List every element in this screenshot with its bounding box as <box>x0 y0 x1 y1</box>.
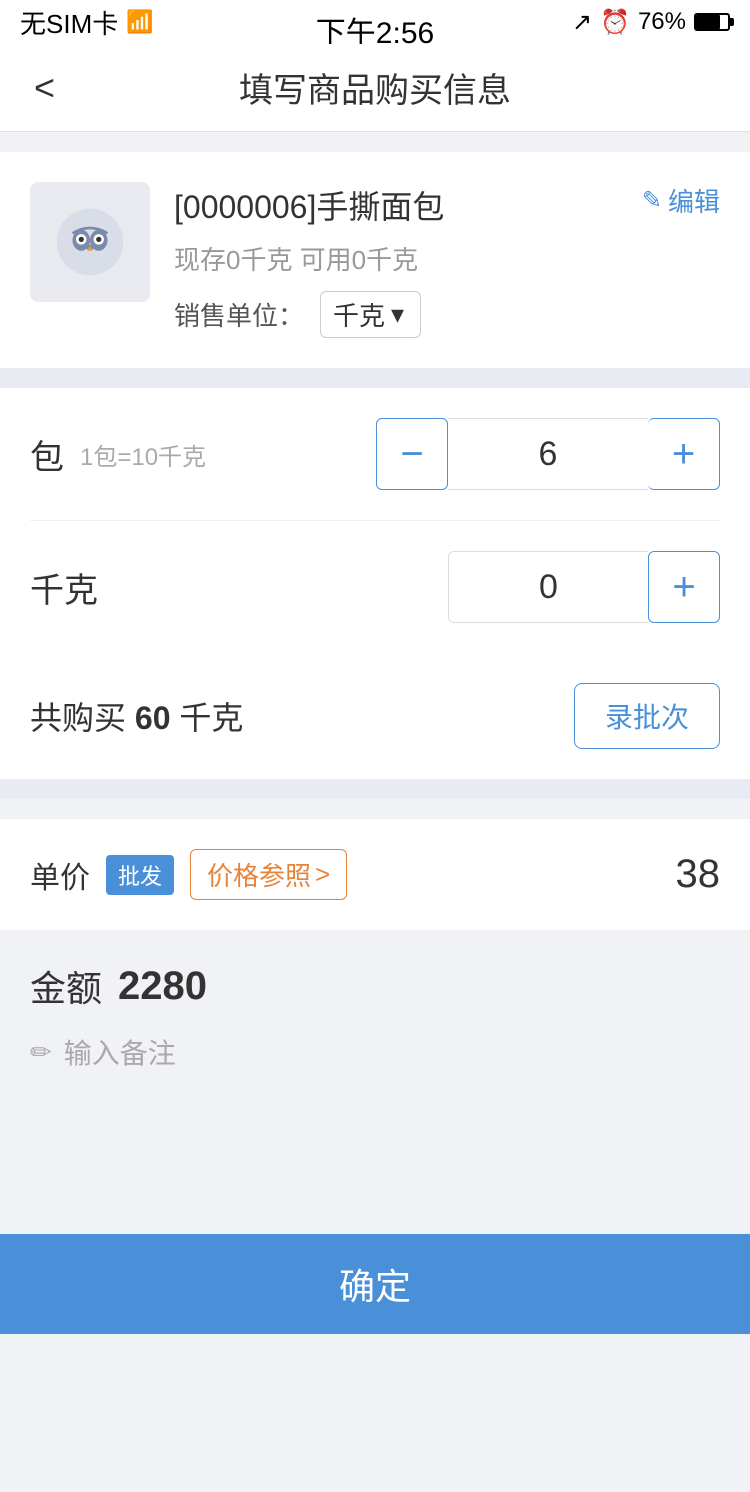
quantity-section: 包 1包=10千克 − + 千克 + <box>0 388 750 653</box>
amount-section: 金额 2280 ✏ 输入备注 <box>0 930 750 1092</box>
product-info: [0000006]手撕面包 现存0千克 可用0千克 销售单位： 千克 ▾ <box>174 182 720 338</box>
summary-unit: 千克 <box>179 700 243 736</box>
price-ref-button[interactable]: 价格参照 > <box>190 849 347 900</box>
location-icon: ↗ <box>572 8 592 37</box>
price-label: 单价 <box>30 853 90 897</box>
unit-dropdown[interactable]: 千克 ▾ <box>320 291 421 338</box>
product-name: [0000006]手撕面包 <box>174 182 720 228</box>
alarm-icon: ⏰ <box>600 8 630 37</box>
confirm-button[interactable]: 确定 <box>0 1234 750 1334</box>
remark-placeholder: 输入备注 <box>64 1032 176 1072</box>
battery-percent: 76% <box>638 8 686 36</box>
kg-input[interactable] <box>448 551 648 623</box>
kg-label: 千克 <box>30 563 98 612</box>
kg-plus-button[interactable]: + <box>648 551 720 623</box>
price-ref-arrow-icon: > <box>315 859 330 890</box>
edit-label: 编辑 <box>668 182 720 219</box>
kg-label-group: 千克 <box>30 563 98 612</box>
battery-icon <box>694 13 730 31</box>
batch-button[interactable]: 录批次 <box>574 683 720 749</box>
carrier-text: 无SIM卡 <box>20 4 118 41</box>
product-thumbnail <box>30 182 150 302</box>
product-unit-row: 销售单位： 千克 ▾ <box>174 291 720 338</box>
bag-controls: − + <box>376 418 720 490</box>
summary-prefix: 共购买 <box>30 700 126 736</box>
status-left: 无SIM卡 📶 <box>20 4 154 41</box>
product-stock: 现存0千克 可用0千克 <box>174 240 720 277</box>
bag-label-group: 包 1包=10千克 <box>30 430 206 479</box>
price-ref-label: 价格参照 <box>207 856 311 893</box>
summary-amount: 60 <box>135 700 171 736</box>
status-right: ↗ ⏰ 76% <box>572 8 730 37</box>
page-title: 填写商品购买信息 <box>239 63 511 112</box>
section-divider-2 <box>0 779 750 799</box>
status-bar: 无SIM卡 📶 下午2:56 ↗ ⏰ 76% <box>0 0 750 44</box>
bag-plus-button[interactable]: + <box>648 418 720 490</box>
summary-text: 共购买 60 千克 <box>30 693 243 739</box>
back-button[interactable]: < <box>24 57 65 119</box>
remark-row[interactable]: ✏ 输入备注 <box>30 1032 720 1072</box>
amount-label: 金额 <box>30 960 102 1012</box>
product-card: [0000006]手撕面包 现存0千克 可用0千克 销售单位： 千克 ▾ ✎ 编… <box>0 152 750 368</box>
bag-minus-button[interactable]: − <box>376 418 448 490</box>
bag-sub-label: 1包=10千克 <box>80 437 206 472</box>
nav-bar: < 填写商品购买信息 <box>0 44 750 132</box>
bag-label: 包 <box>30 430 64 479</box>
section-divider-1 <box>0 368 750 388</box>
edit-button[interactable]: ✎ 编辑 <box>642 182 720 219</box>
amount-value: 2280 <box>118 964 207 1009</box>
price-section: 单价 批发 价格参照 > 38 <box>0 819 750 930</box>
price-tag: 批发 <box>106 855 174 895</box>
kg-quantity-row: 千克 + <box>30 521 720 653</box>
unit-value: 千克 <box>333 296 385 333</box>
product-image <box>55 207 125 277</box>
bag-quantity-row: 包 1包=10千克 − + <box>30 388 720 521</box>
amount-row: 金额 2280 <box>30 960 720 1012</box>
edit-icon: ✎ <box>642 186 662 215</box>
bag-input[interactable] <box>448 418 648 490</box>
dropdown-arrow-icon: ▾ <box>391 299 404 330</box>
wifi-icon: 📶 <box>126 9 153 35</box>
pencil-icon: ✏ <box>30 1037 52 1068</box>
battery-fill <box>696 15 720 29</box>
price-row: 单价 批发 价格参照 > 38 <box>30 849 720 900</box>
summary-row: 共购买 60 千克 录批次 <box>0 653 750 779</box>
price-value: 38 <box>676 852 721 897</box>
kg-controls: + <box>448 551 720 623</box>
unit-label: 销售单位： <box>174 296 304 333</box>
